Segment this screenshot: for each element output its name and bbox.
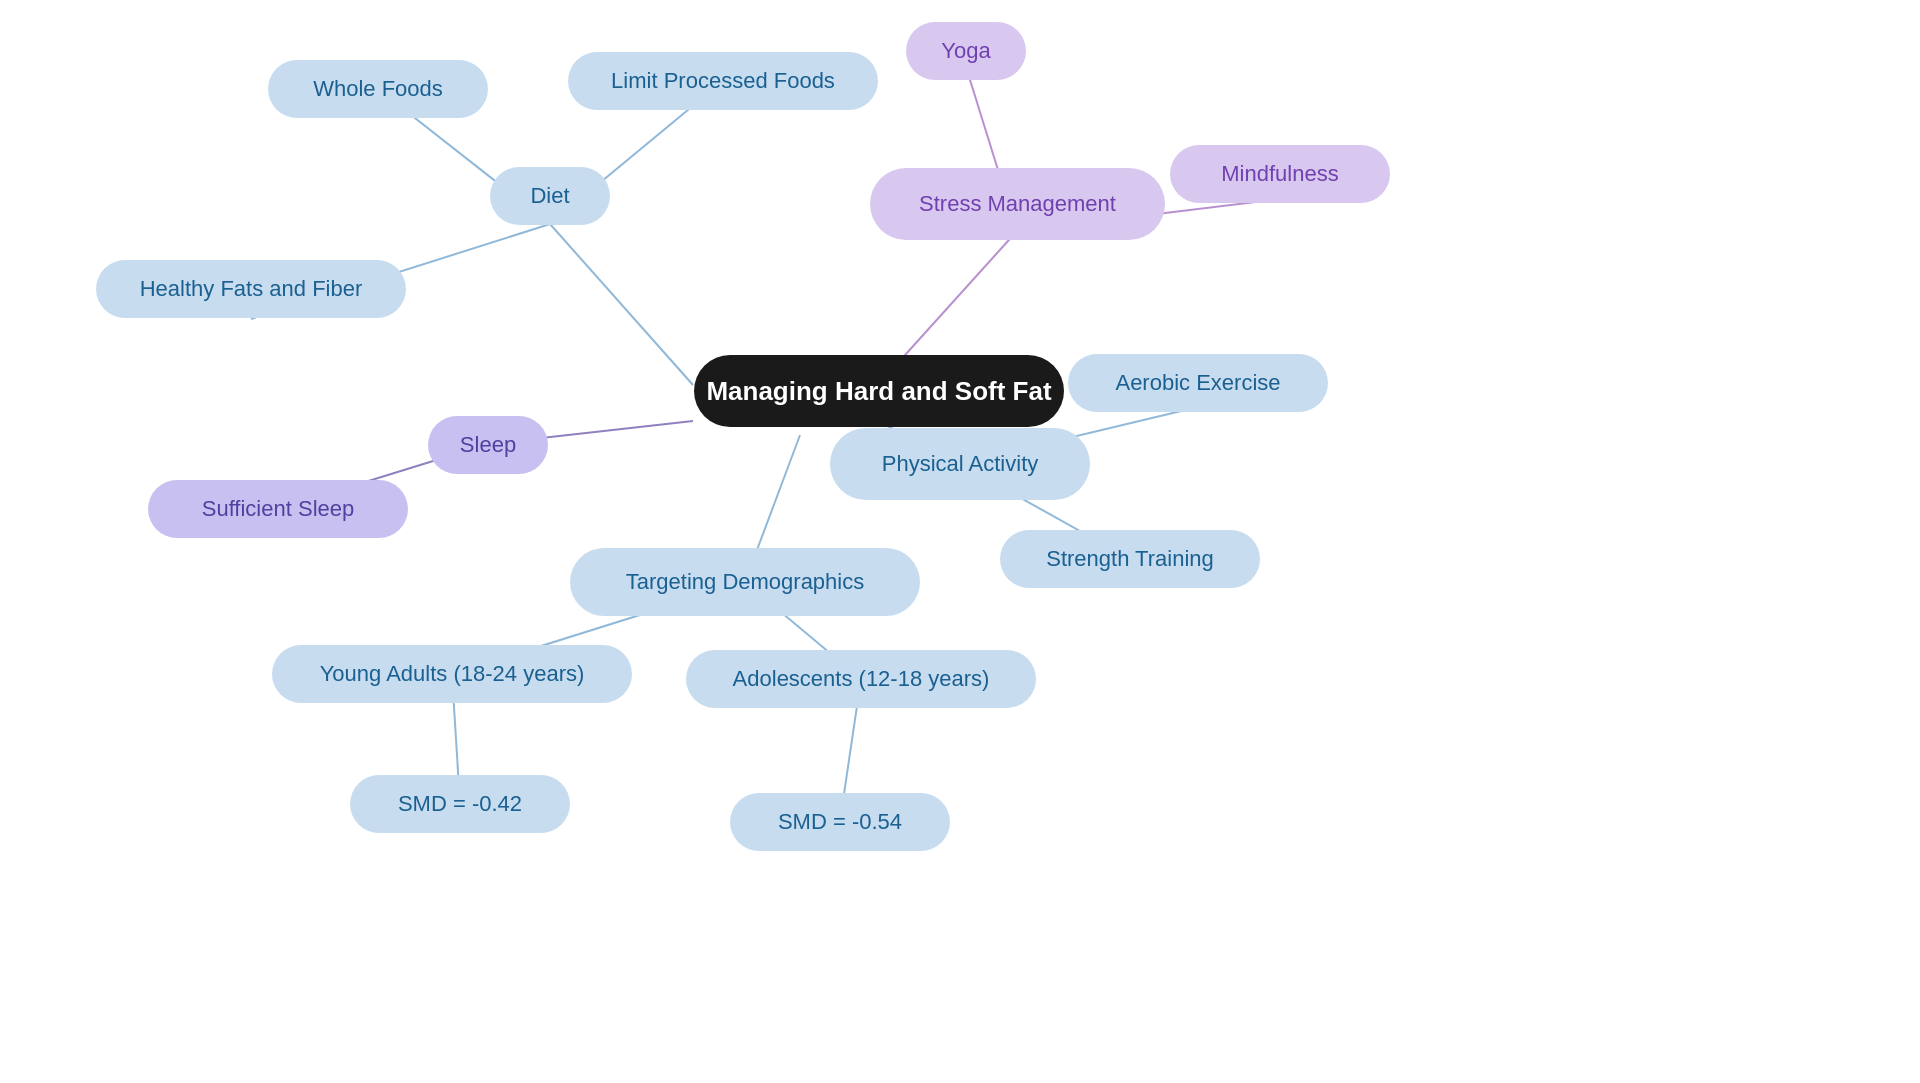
adolescents-node: Adolescents (12-18 years): [686, 650, 1036, 708]
center-node: Managing Hard and Soft Fat: [694, 355, 1064, 427]
limit-processed-foods-node: Limit Processed Foods: [568, 52, 878, 110]
yoga-node: Yoga: [906, 22, 1026, 80]
young-adults-node: Young Adults (18-24 years): [272, 645, 632, 703]
targeting-demographics-node: Targeting Demographics: [570, 548, 920, 616]
svg-line-0: [550, 224, 693, 385]
whole-foods-node: Whole Foods: [268, 60, 488, 118]
mindfulness-node: Mindfulness: [1170, 145, 1390, 203]
sufficient-sleep-node: Sufficient Sleep: [148, 480, 408, 538]
stress-management-node: Stress Management: [870, 168, 1165, 240]
sleep-node: Sleep: [428, 416, 548, 474]
healthy-fats-node: Healthy Fats and Fiber: [96, 260, 406, 318]
smd2-node: SMD = -0.54: [730, 793, 950, 851]
smd1-node: SMD = -0.42: [350, 775, 570, 833]
strength-training-node: Strength Training: [1000, 530, 1260, 588]
physical-activity-node: Physical Activity: [830, 428, 1090, 500]
diet-node: Diet: [490, 167, 610, 225]
aerobic-exercise-node: Aerobic Exercise: [1068, 354, 1328, 412]
